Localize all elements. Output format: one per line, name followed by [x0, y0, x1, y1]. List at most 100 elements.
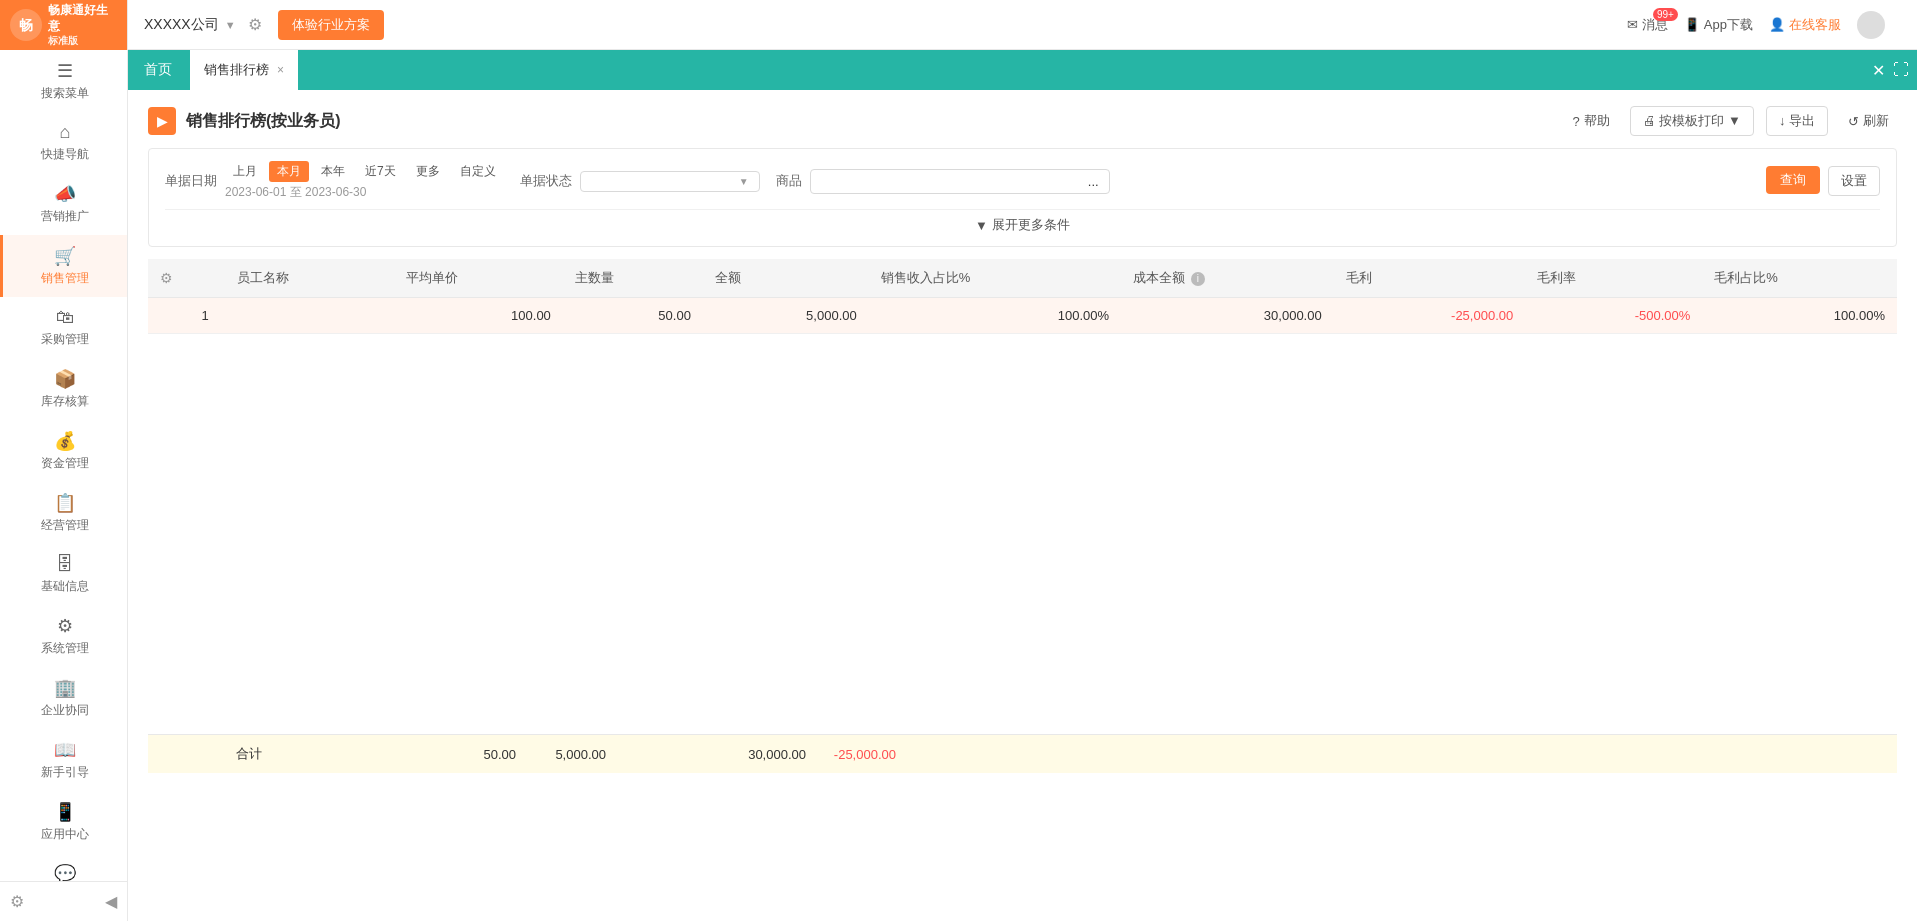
app-download-button[interactable]: 📱 App下载 — [1684, 16, 1753, 34]
sidebar-item-system[interactable]: ⚙ 系统管理 — [0, 605, 127, 667]
table-settings-icon[interactable]: ⚙ — [160, 270, 173, 286]
window-fullscreen-icon[interactable]: ⛶ — [1893, 61, 1909, 79]
row-salesratio: 100.00% — [869, 298, 1121, 334]
logo-icon: 畅 — [10, 9, 42, 41]
main-area: XXXXX公司 ▼ ⚙ 体验行业方案 ✉ 消息 99+ 📱 App下载 👤 在线… — [128, 0, 1917, 921]
col-quantity: 主数量 — [563, 259, 703, 298]
col-rank — [185, 259, 225, 298]
company-selector[interactable]: XXXXX公司 ▼ — [144, 16, 236, 34]
total-label: 合计 — [236, 745, 356, 763]
window-close-icon[interactable]: ✕ — [1872, 61, 1885, 80]
sidebar-item-operations[interactable]: 📋 经营管理 — [0, 482, 127, 544]
col-employee-label: 员工名称 — [237, 270, 289, 285]
page-header: ▶ 销售排行榜(按业务员) ? 帮助 🖨 按模板打印 ▼ ↓ — [148, 106, 1897, 136]
sidebar-item-inventory[interactable]: 📦 库存核算 — [0, 358, 127, 420]
status-filter: 单据状态 ▼ — [520, 171, 760, 192]
col-cost: 成本全额 i — [1121, 259, 1334, 298]
export-button[interactable]: ↓ 导出 — [1766, 106, 1828, 136]
table-row: 1 100.00 50.00 5,000.00 — [148, 298, 1897, 334]
help-label: 帮助 — [1584, 112, 1610, 130]
date-range-label: 2023-06-01 至 2023-06-30 — [225, 184, 504, 201]
tab-sales-ranking[interactable]: 销售排行榜 × — [190, 50, 298, 90]
sidebar-item-enterprise[interactable]: 🏢 企业协同 — [0, 667, 127, 729]
company-caret-icon: ▼ — [225, 19, 236, 31]
service-button[interactable]: 👤 在线客服 — [1769, 16, 1841, 34]
sidebar-item-wechat[interactable]: 💬 企业微信 — [0, 853, 127, 881]
guide-icon: 📖 — [54, 739, 76, 761]
page-title: 销售排行榜(按业务员) — [186, 111, 341, 132]
print-icon: 🖨 — [1643, 113, 1656, 128]
print-label: 按模板打印 — [1659, 113, 1724, 128]
content-inner: ▶ 销售排行榜(按业务员) ? 帮助 🖨 按模板打印 ▼ ↓ — [128, 90, 1917, 921]
refresh-icon: ↺ — [1848, 114, 1859, 129]
date-tab-7days[interactable]: 近7天 — [357, 161, 404, 182]
status-select[interactable]: ▼ — [580, 171, 760, 192]
col-salesratio: 销售收入占比% — [869, 259, 1121, 298]
date-tab-thisyear[interactable]: 本年 — [313, 161, 353, 182]
row-amount: 5,000.00 — [703, 298, 869, 334]
date-tab-lastmonth[interactable]: 上月 — [225, 161, 265, 182]
content-area: ▶ 销售排行榜(按业务员) ? 帮助 🖨 按模板打印 ▼ ↓ — [128, 90, 1917, 921]
sidebar-label-sales: 销售管理 — [41, 270, 89, 287]
filter-expand-section: ▼ 展开更多条件 — [165, 209, 1880, 234]
print-button[interactable]: 🖨 按模板打印 ▼ — [1630, 106, 1754, 136]
sidebar-settings-btn[interactable]: ⚙ — [10, 892, 24, 911]
message-button[interactable]: ✉ 消息 99+ — [1627, 16, 1668, 34]
tab-close-icon[interactable]: × — [277, 63, 284, 77]
cost-info-icon[interactable]: i — [1191, 272, 1205, 286]
finance-icon: 💰 — [54, 430, 76, 452]
help-button[interactable]: ? 帮助 — [1565, 108, 1618, 134]
trial-button[interactable]: 体验行业方案 — [278, 10, 384, 40]
topbar-right: ✉ 消息 99+ 📱 App下载 👤 在线客服 — [1627, 11, 1901, 39]
col-settings: ⚙ — [148, 259, 185, 298]
goods-select[interactable]: ... — [810, 169, 1110, 194]
print-caret-icon: ▼ — [1728, 113, 1741, 128]
refresh-button[interactable]: ↺ 刷新 — [1840, 108, 1897, 134]
sidebar-item-guide[interactable]: 📖 新手引导 — [0, 729, 127, 791]
sidebar-bottom: ⚙ ◀ — [0, 881, 127, 921]
sidebar-item-appcenter[interactable]: 📱 应用中心 — [0, 791, 127, 853]
export-label: 导出 — [1789, 113, 1815, 128]
collapse-filter-btn[interactable]: ▶ — [148, 107, 176, 135]
col-grossratio-label: 毛利占比% — [1714, 270, 1778, 285]
query-button[interactable]: 查询 — [1766, 166, 1820, 194]
sidebar-label-marketing: 营销推广 — [41, 208, 89, 225]
filter-row: 单据日期 上月 本月 本年 近7天 更多 自定义 2023-06-01 至 20… — [165, 161, 1880, 201]
sidebar-item-quicknav[interactable]: ⌂ 快捷导航 — [0, 112, 127, 173]
page-actions: ? 帮助 🖨 按模板打印 ▼ ↓ 导出 ↺ 刷新 — [1565, 106, 1897, 136]
status-filter-label: 单据状态 — [520, 172, 572, 190]
sidebar-label-enterprise: 企业协同 — [41, 702, 89, 719]
sidebar-label-appcenter: 应用中心 — [41, 826, 89, 843]
logo-subtitle: 标准版 — [48, 34, 117, 47]
message-badge: 99+ — [1653, 8, 1678, 21]
expand-filter-btn[interactable]: ▼ 展开更多条件 — [975, 216, 1070, 234]
row-employee — [225, 298, 394, 334]
sidebar-item-sales[interactable]: 🛒 销售管理 — [0, 235, 127, 297]
sidebar-item-marketing[interactable]: 📣 营销推广 — [0, 173, 127, 235]
sidebar-collapse-btn[interactable]: ◀ — [105, 892, 117, 911]
date-tab-thismonth[interactable]: 本月 — [269, 161, 309, 182]
inventory-icon: 📦 — [54, 368, 76, 390]
app-label: App下载 — [1704, 16, 1753, 34]
sidebar-label-purchase: 采购管理 — [41, 331, 89, 348]
settings-button[interactable]: 设置 — [1828, 166, 1880, 196]
row-cost: 30,000.00 — [1121, 298, 1334, 334]
sidebar-nav: ☰ 搜索菜单 ⌂ 快捷导航 📣 营销推广 🛒 销售管理 🛍 采购管理 📦 库存核… — [0, 50, 127, 881]
sidebar-item-basicinfo[interactable]: 🗄 基础信息 — [0, 544, 127, 605]
tabbar: 首页 销售排行榜 × ✕ ⛶ — [128, 50, 1917, 90]
sidebar-label-basicinfo: 基础信息 — [41, 578, 89, 595]
date-tab-more[interactable]: 更多 — [408, 161, 448, 182]
basicinfo-icon: 🗄 — [56, 554, 74, 575]
sidebar-item-purchase[interactable]: 🛍 采购管理 — [0, 297, 127, 358]
goods-filter: 商品 ... — [776, 169, 1110, 194]
enterprise-icon: 🏢 — [54, 677, 76, 699]
sidebar-item-finance[interactable]: 💰 资金管理 — [0, 420, 127, 482]
svg-text:畅: 畅 — [19, 17, 33, 33]
date-tab-custom[interactable]: 自定义 — [452, 161, 504, 182]
sidebar-item-search[interactable]: ☰ 搜索菜单 — [0, 50, 127, 112]
topbar-settings-icon[interactable]: ⚙ — [248, 15, 262, 34]
wechat-icon: 💬 — [54, 863, 76, 881]
tab-home[interactable]: 首页 — [128, 50, 188, 90]
user-avatar[interactable] — [1857, 11, 1885, 39]
status-select-chevron: ▼ — [739, 176, 749, 187]
